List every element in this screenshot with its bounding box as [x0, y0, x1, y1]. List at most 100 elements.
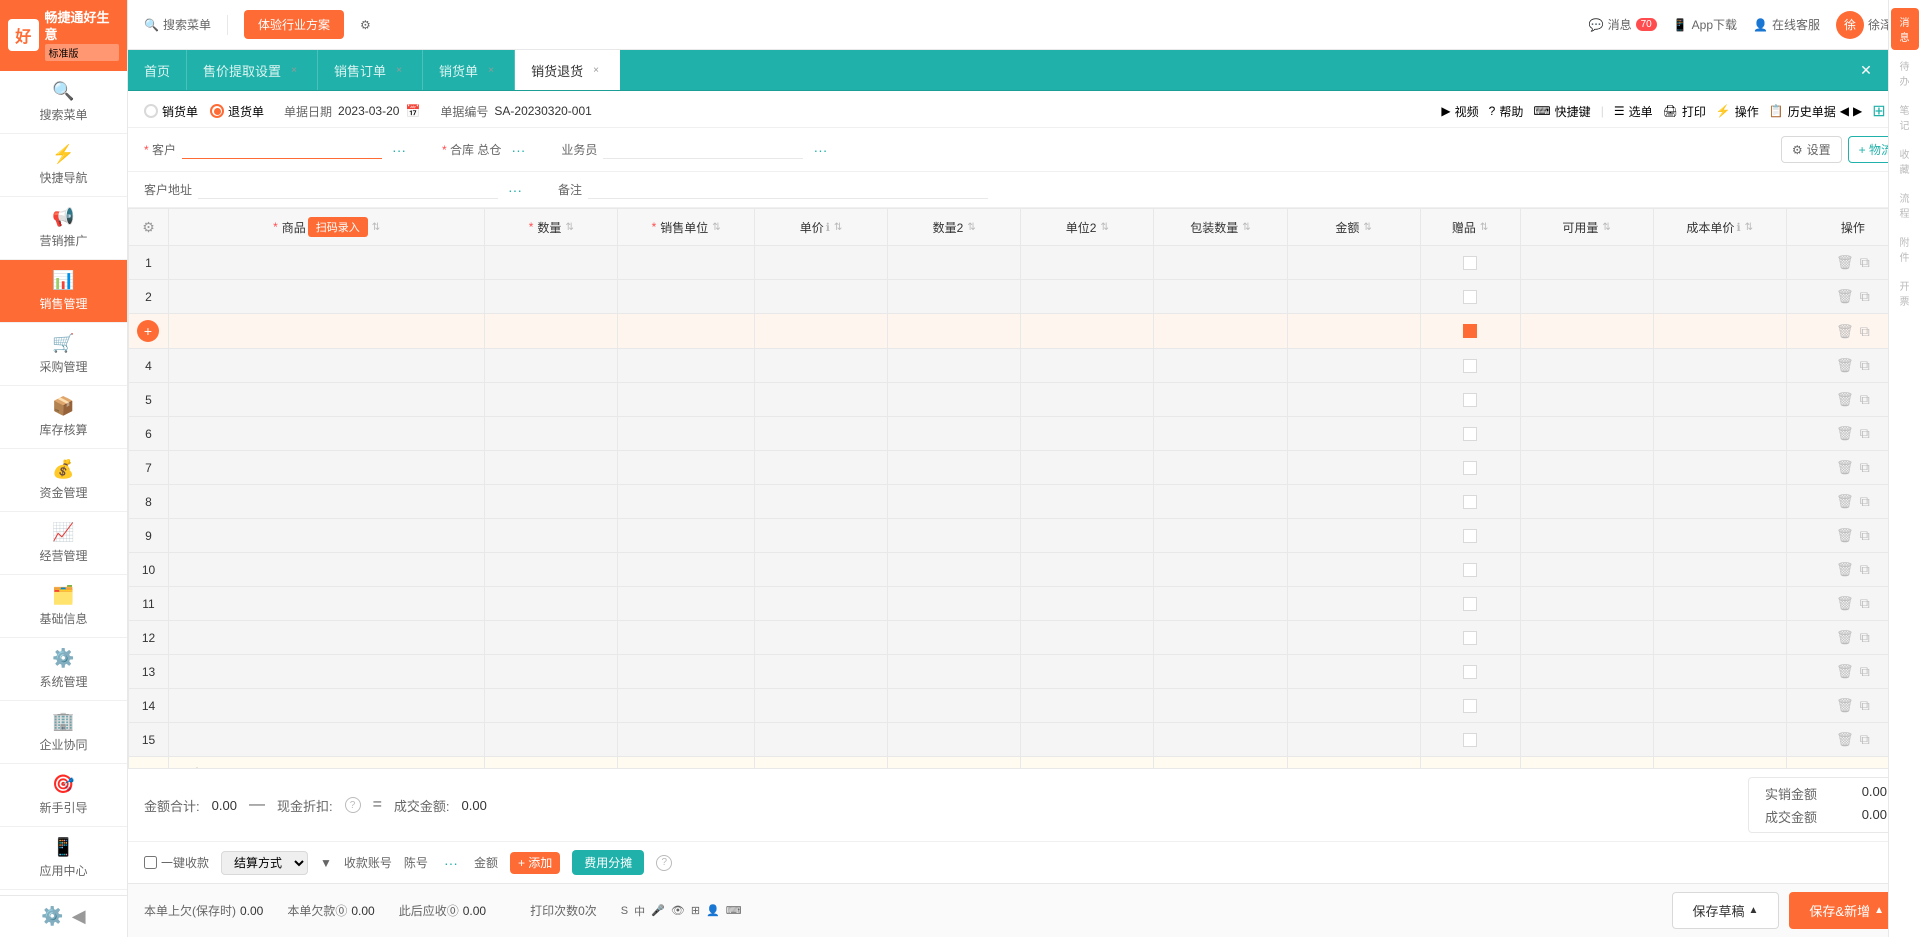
quantity-cell-3[interactable]	[485, 314, 618, 349]
delete-icon[interactable]: 🗑	[1836, 459, 1854, 476]
address-input[interactable]	[198, 180, 498, 199]
gift-checkbox[interactable]	[1463, 256, 1477, 270]
delete-icon[interactable]: 🗑	[1836, 629, 1854, 646]
delete-icon[interactable]: 🗑	[1836, 323, 1854, 340]
copy-icon[interactable]: ⧉	[1860, 357, 1870, 374]
sidebar-item-shortcut[interactable]: ⚡ 快捷导航	[0, 134, 127, 197]
amount-sort-icon[interactable]: ⇅	[1363, 222, 1371, 233]
gift-cell[interactable]	[1420, 280, 1520, 314]
cost-price-sort-icon[interactable]: ⇅	[1745, 222, 1753, 233]
amount-cell-3[interactable]	[1287, 314, 1420, 349]
available-cell[interactable]	[1520, 280, 1653, 314]
next-icon[interactable]: ▶	[1853, 104, 1862, 118]
copy-icon[interactable]: ⧉	[1860, 254, 1870, 271]
tab-sales-return[interactable]: 销货退货 ×	[515, 50, 620, 90]
settings-bottom-icon[interactable]: ⚙️	[41, 906, 63, 927]
copy-icon[interactable]: ⧉	[1860, 731, 1870, 748]
copy-icon[interactable]: ⧉	[1860, 288, 1870, 305]
gift-checkbox[interactable]	[1463, 529, 1477, 543]
tab-close-price-settings[interactable]: ×	[287, 63, 301, 77]
package-qty-cell[interactable]	[1154, 280, 1287, 314]
gift-checkbox-3[interactable]	[1463, 324, 1477, 338]
delete-icon[interactable]: 🗑	[1836, 561, 1854, 578]
copy-icon[interactable]: ⧉	[1860, 323, 1870, 340]
staff-select-btn[interactable]: ···	[809, 142, 831, 158]
unit-price-cell[interactable]	[754, 246, 887, 280]
close-tab-action[interactable]: ✕	[1852, 56, 1880, 84]
quantity-sort-icon[interactable]: ⇅	[565, 222, 573, 233]
cost-price-cell[interactable]	[1653, 246, 1786, 280]
sidebar-item-basic[interactable]: 🗂️ 基础信息	[0, 575, 127, 638]
radio-sales-return[interactable]: 退货单	[210, 103, 264, 120]
customer-select-btn[interactable]: ···	[388, 142, 410, 158]
calendar-icon[interactable]: 📅	[405, 104, 420, 118]
view-grid-icon[interactable]: ⊞	[1872, 101, 1885, 121]
copy-icon[interactable]: ⧉	[1860, 629, 1870, 646]
quantity2-cell[interactable]	[888, 280, 1021, 314]
sidebar-item-finance[interactable]: 💰 资金管理	[0, 449, 127, 512]
discount-help-btn[interactable]: ?	[345, 797, 361, 813]
delete-icon[interactable]: 🗑	[1836, 527, 1854, 544]
amount-cell[interactable]	[1287, 246, 1420, 280]
shortcut-item[interactable]: ⌨ 快捷键	[1533, 103, 1590, 120]
tab-close-sales-order[interactable]: ×	[392, 63, 406, 77]
delete-icon[interactable]: 🗑	[1836, 595, 1854, 612]
help-item[interactable]: ? 帮助	[1489, 103, 1524, 120]
quantity2-cell[interactable]	[888, 246, 1021, 280]
fee-split-button[interactable]: 费用分摊	[572, 850, 644, 875]
delete-icon[interactable]: 🗑	[1836, 731, 1854, 748]
experience-button[interactable]: 体验行业方案	[244, 10, 344, 39]
settings-button[interactable]: ⚙ 设置	[1781, 136, 1842, 163]
sidebar-item-search[interactable]: 🔍 搜索菜单	[0, 71, 127, 134]
tab-price-settings[interactable]: 售价提取设置 ×	[187, 50, 318, 90]
delete-icon[interactable]: 🗑	[1836, 254, 1854, 271]
sidebar-item-purchase[interactable]: 🛒 采购管理	[0, 323, 127, 386]
package-qty-sort-icon[interactable]: ⇅	[1242, 222, 1250, 233]
remark-input[interactable]	[588, 180, 988, 199]
gift-checkbox[interactable]	[1463, 699, 1477, 713]
unit2-cell-3[interactable]	[1021, 314, 1154, 349]
package-qty-cell-3[interactable]	[1154, 314, 1287, 349]
delete-icon[interactable]: 🗑	[1836, 697, 1854, 714]
gift-checkbox[interactable]	[1463, 427, 1477, 441]
copy-icon[interactable]: ⧉	[1860, 697, 1870, 714]
copy-icon[interactable]: ⧉	[1860, 561, 1870, 578]
gift-checkbox[interactable]	[1463, 393, 1477, 407]
available-sort-icon[interactable]: ⇅	[1602, 222, 1610, 233]
available-cell[interactable]	[1520, 246, 1653, 280]
quantity2-sort-icon[interactable]: ⇅	[967, 222, 975, 233]
save-draft-button[interactable]: 保存草稿 ▲	[1672, 892, 1780, 929]
delete-icon[interactable]: 🗑	[1836, 391, 1854, 408]
delete-icon[interactable]: 🗑	[1836, 288, 1854, 305]
unit2-cell[interactable]	[1021, 280, 1154, 314]
calc-method-select[interactable]: 结算方式	[221, 851, 308, 875]
gift-checkbox[interactable]	[1463, 290, 1477, 304]
cost-price-info-icon[interactable]: ℹ	[1736, 221, 1740, 234]
gift-checkbox[interactable]	[1463, 359, 1477, 373]
online-service-button[interactable]: 👤 在线客服	[1753, 16, 1820, 33]
unit2-cell[interactable]	[1021, 246, 1154, 280]
gift-checkbox[interactable]	[1463, 665, 1477, 679]
copy-icon[interactable]: ⧉	[1860, 493, 1870, 510]
warehouse-select-btn[interactable]: ···	[507, 142, 529, 158]
copy-icon[interactable]: ⧉	[1860, 595, 1870, 612]
tab-sales-delivery[interactable]: 销货单 ×	[423, 50, 515, 90]
tab-close-sales-return[interactable]: ×	[589, 63, 603, 77]
history-item[interactable]: 📋 历史单据 ◀ ▶	[1769, 103, 1862, 120]
app-download-button[interactable]: 📱 App下载	[1673, 16, 1737, 33]
copy-icon[interactable]: ⧉	[1860, 391, 1870, 408]
payment-checkbox-input[interactable]	[144, 856, 157, 869]
gift-cell[interactable]	[1420, 246, 1520, 280]
unit-price-cell-3[interactable]	[754, 314, 887, 349]
package-qty-cell[interactable]	[1154, 246, 1287, 280]
tab-sales-order[interactable]: 销售订单 ×	[318, 50, 423, 90]
quantity-cell[interactable]	[485, 246, 618, 280]
sidebar-item-apps[interactable]: 📱 应用中心	[0, 827, 127, 890]
video-help[interactable]: ▶ 视频	[1441, 103, 1478, 120]
gift-checkbox[interactable]	[1463, 597, 1477, 611]
scan-barcode-button[interactable]: 扫码录入	[308, 217, 368, 237]
staff-input[interactable]	[603, 140, 803, 159]
sales-unit-cell[interactable]	[618, 246, 755, 280]
topbar-search[interactable]: 🔍 搜索菜单	[144, 16, 211, 33]
delete-icon[interactable]: 🗑	[1836, 663, 1854, 680]
